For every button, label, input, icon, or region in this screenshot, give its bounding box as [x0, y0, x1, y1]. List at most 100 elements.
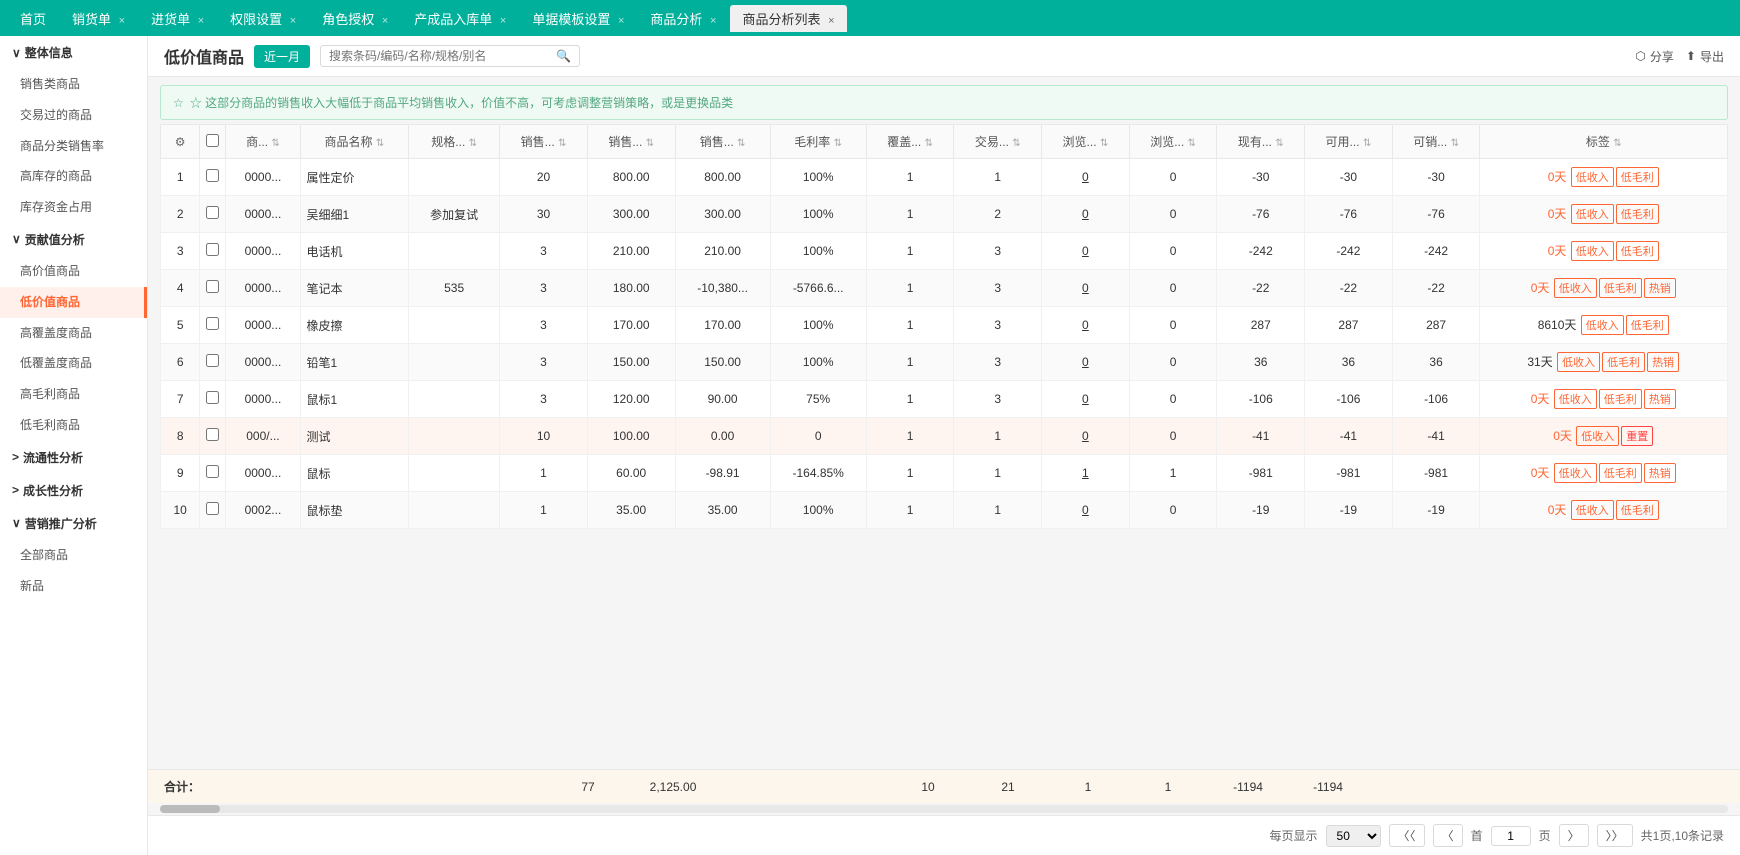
row-checkbox-9[interactable]	[206, 502, 219, 515]
th-margin[interactable]: 毛利率 ⇅	[770, 125, 866, 159]
close-goods-analysis-list[interactable]: ×	[828, 15, 834, 27]
th-s1[interactable]: 销售... ⇅	[500, 125, 588, 159]
sidebar-group-overall[interactable]: ∨ 整体信息	[0, 36, 147, 69]
cell-view1[interactable]: 0	[1042, 159, 1130, 196]
share-button[interactable]: ⬡ 分享	[1635, 48, 1674, 65]
filter-recent-month-button[interactable]: 近一月	[254, 45, 310, 68]
th-stock1[interactable]: 现有... ⇅	[1217, 125, 1305, 159]
nav-goods-analysis[interactable]: 商品分析 ×	[638, 5, 728, 32]
th-name[interactable]: 商品名称 ⇅	[300, 125, 409, 159]
close-role-auth[interactable]: ×	[382, 15, 388, 27]
row-checkbox-7[interactable]	[206, 428, 219, 441]
first-page-button[interactable]: 〈〈	[1389, 824, 1425, 847]
th-cov[interactable]: 覆盖... ⇅	[866, 125, 954, 159]
footer-label: 合计：	[164, 778, 200, 795]
settings-icon[interactable]: ⚙	[175, 135, 186, 149]
sidebar-item-traded-goods[interactable]: 交易过的商品	[0, 100, 147, 131]
th-view1[interactable]: 浏览... ⇅	[1042, 125, 1130, 159]
next-page-button[interactable]: 〉	[1559, 824, 1589, 847]
page-size-select[interactable]: 50 100	[1326, 825, 1381, 847]
export-button[interactable]: ⬆ 导出	[1686, 48, 1724, 65]
cell-days: 0天	[1548, 503, 1567, 517]
sidebar-group-marketing[interactable]: ∨ 营销推广分析	[0, 507, 147, 540]
cell-view1[interactable]: 0	[1042, 307, 1130, 344]
sidebar-item-high-stock[interactable]: 高库存的商品	[0, 161, 147, 192]
close-sales-order[interactable]: ×	[119, 15, 125, 27]
row-checkbox-4[interactable]	[206, 317, 219, 330]
sidebar-group-growth[interactable]: > 成长性分析	[0, 474, 147, 507]
footer-data: 77 2,125.00 10 21 1 1 -1194 -1194	[220, 780, 1724, 794]
sidebar-item-high-coverage[interactable]: 高覆盖度商品	[0, 318, 147, 349]
sidebar-item-stock-funds[interactable]: 库存资金占用	[0, 192, 147, 223]
search-icon[interactable]: 🔍	[556, 49, 571, 63]
nav-permission[interactable]: 权限设置 ×	[218, 5, 308, 32]
prev-page-button[interactable]: 〈	[1433, 824, 1463, 847]
cell-view2: 0	[1129, 159, 1217, 196]
row-checkbox-2[interactable]	[206, 243, 219, 256]
page-number-input[interactable]	[1491, 826, 1531, 846]
row-checkbox-1[interactable]	[206, 206, 219, 219]
th-code[interactable]: 商... ⇅	[226, 125, 300, 159]
nav-template-settings[interactable]: 单据模板设置 ×	[520, 5, 636, 32]
cell-view1[interactable]: 1	[1042, 455, 1130, 492]
close-purchase-order[interactable]: ×	[198, 15, 204, 27]
nav-purchase-order[interactable]: 进货单 ×	[139, 5, 216, 32]
cell-view1[interactable]: 0	[1042, 418, 1130, 455]
scrollbar-thumb[interactable]	[160, 805, 220, 813]
cell-days: 0天	[1553, 429, 1572, 443]
sidebar-item-high-value[interactable]: 高价值商品	[0, 256, 147, 287]
sidebar-item-low-coverage[interactable]: 低覆盖度商品	[0, 348, 147, 379]
close-goods-analysis[interactable]: ×	[710, 15, 716, 27]
row-checkbox-3[interactable]	[206, 280, 219, 293]
nav-product-storage[interactable]: 产成品入库单 ×	[402, 5, 518, 32]
nav-goods-analysis-list[interactable]: 商品分析列表 ×	[730, 5, 846, 32]
close-template-settings[interactable]: ×	[618, 15, 624, 27]
cell-stock3: 287	[1392, 307, 1480, 344]
th-view2[interactable]: 浏览... ⇅	[1129, 125, 1217, 159]
cell-view1[interactable]: 0	[1042, 196, 1130, 233]
cell-view1[interactable]: 0	[1042, 233, 1130, 270]
th-s3[interactable]: 销售... ⇅	[675, 125, 770, 159]
th-stock3[interactable]: 可销... ⇅	[1392, 125, 1480, 159]
row-checkbox-5[interactable]	[206, 354, 219, 367]
th-trade[interactable]: 交易... ⇅	[954, 125, 1042, 159]
cell-days-tags: 0天 低收入低毛利	[1480, 492, 1728, 529]
th-tags[interactable]: 标签 ⇅	[1480, 125, 1728, 159]
sidebar-item-high-margin[interactable]: 高毛利商品	[0, 379, 147, 410]
sidebar-group-contribution[interactable]: ∨ 贡献值分析	[0, 223, 147, 256]
cell-name: 铅笔1	[300, 344, 409, 381]
nav-home[interactable]: 首页	[8, 5, 58, 32]
row-checkbox-0[interactable]	[206, 169, 219, 182]
select-all-checkbox[interactable]	[206, 134, 219, 147]
cell-spec	[409, 344, 500, 381]
pagination-bar: 每页显示 50 100 〈〈 〈 首 页 〉 〉〉 共1页,10条记录	[148, 815, 1740, 855]
close-permission[interactable]: ×	[290, 15, 296, 27]
th-spec[interactable]: 规格... ⇅	[409, 125, 500, 159]
sidebar-item-category-sales[interactable]: 商品分类销售率	[0, 131, 147, 162]
scrollbar-track[interactable]	[160, 805, 1728, 813]
sidebar-item-sales-goods[interactable]: 销售类商品	[0, 69, 147, 100]
search-input[interactable]	[329, 49, 550, 63]
th-settings[interactable]: ⚙	[161, 125, 200, 159]
sidebar-item-low-value[interactable]: 低价值商品	[0, 287, 147, 318]
sidebar-item-new-goods[interactable]: 新品	[0, 571, 147, 602]
cell-view1[interactable]: 0	[1042, 492, 1130, 529]
cell-view1[interactable]: 0	[1042, 270, 1130, 307]
cell-view1[interactable]: 0	[1042, 344, 1130, 381]
sidebar-group-circulation[interactable]: > 流通性分析	[0, 441, 147, 474]
close-product-storage[interactable]: ×	[500, 15, 506, 27]
cell-view1[interactable]: 0	[1042, 381, 1130, 418]
th-s2[interactable]: 销售... ⇅	[587, 125, 675, 159]
nav-sales-order[interactable]: 销货单 ×	[60, 5, 137, 32]
cell-stock1: -22	[1217, 270, 1305, 307]
row-checkbox-6[interactable]	[206, 391, 219, 404]
nav-role-auth[interactable]: 角色授权 ×	[310, 5, 400, 32]
tag-低毛利: 低毛利	[1602, 352, 1645, 372]
sidebar-item-low-margin[interactable]: 低毛利商品	[0, 410, 147, 441]
cell-spec	[409, 307, 500, 344]
row-checkbox-8[interactable]	[206, 465, 219, 478]
th-stock2[interactable]: 可用... ⇅	[1305, 125, 1393, 159]
sidebar-item-all-goods[interactable]: 全部商品	[0, 540, 147, 571]
last-page-button[interactable]: 〉〉	[1597, 824, 1633, 847]
cell-code: 0000...	[226, 233, 300, 270]
